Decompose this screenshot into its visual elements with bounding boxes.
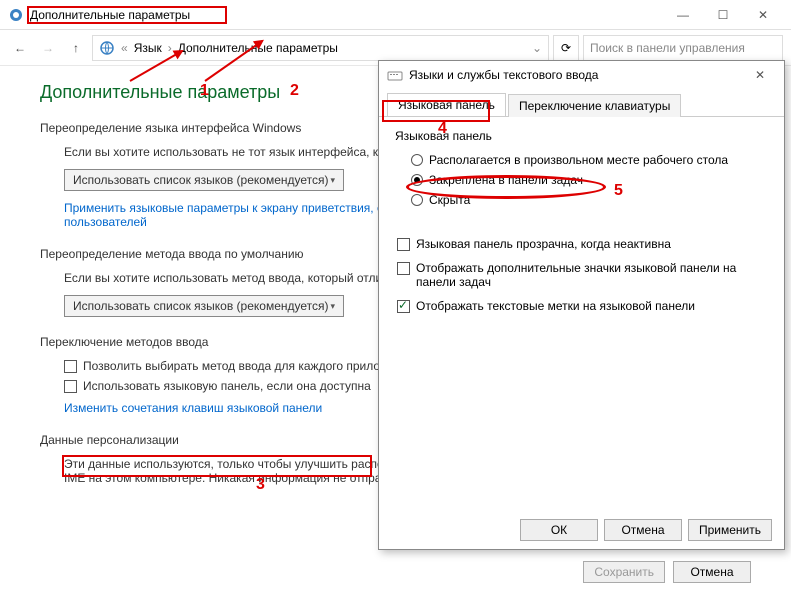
tab-language-bar[interactable]: Языковая панель bbox=[387, 93, 506, 116]
refresh-button[interactable]: ⟳ bbox=[553, 35, 579, 61]
cancel-button[interactable]: Отмена bbox=[604, 519, 682, 541]
checkbox-icon bbox=[64, 360, 77, 373]
text-services-dialog: Языки и службы текстового ввода ✕ Языков… bbox=[378, 60, 785, 550]
checkbox-label: Использовать языковую панель, если она д… bbox=[83, 379, 371, 393]
close-button[interactable]: ✕ bbox=[743, 3, 783, 27]
checkbox-label: Отображать текстовые метки на языковой п… bbox=[416, 299, 695, 313]
breadcrumb-dropdown-icon[interactable]: ⌄ bbox=[532, 41, 542, 55]
minimize-button[interactable]: — bbox=[663, 3, 703, 27]
radio-icon bbox=[411, 174, 423, 186]
back-button[interactable]: ← bbox=[8, 36, 32, 60]
up-button[interactable]: ↑ bbox=[64, 36, 88, 60]
globe-icon bbox=[99, 40, 115, 56]
dialog-footer: ОК Отмена Применить bbox=[520, 519, 772, 541]
group-title: Языковая панель bbox=[395, 129, 768, 143]
tab-keyboard-switch[interactable]: Переключение клавиатуры bbox=[508, 94, 681, 117]
apply-button[interactable]: Применить bbox=[688, 519, 772, 541]
dialog-body: Языковая панель Располагается в произвол… bbox=[379, 117, 784, 335]
checkbox-label: Отображать дополнительные значки языково… bbox=[416, 261, 768, 289]
footer-buttons: Сохранить Отмена bbox=[583, 561, 751, 583]
transparent-checkbox[interactable]: Языковая панель прозрачна, когда неактив… bbox=[395, 237, 768, 251]
checkbox-icon bbox=[397, 262, 410, 275]
keyboard-icon bbox=[387, 67, 403, 83]
dialog-titlebar: Языки и службы текстового ввода ✕ bbox=[379, 61, 784, 89]
radio-label: Располагается в произвольном месте рабоч… bbox=[429, 153, 728, 167]
ok-button[interactable]: ОК bbox=[520, 519, 598, 541]
breadcrumb-item-language[interactable]: Язык bbox=[134, 41, 162, 55]
app-icon bbox=[8, 7, 24, 23]
cancel-button[interactable]: Отмена bbox=[673, 561, 751, 583]
breadcrumb-pre: « bbox=[121, 41, 128, 55]
combo-value: Использовать список языков (рекомендуетс… bbox=[73, 173, 329, 187]
text-labels-checkbox[interactable]: Отображать текстовые метки на языковой п… bbox=[395, 299, 768, 313]
input-method-combo[interactable]: Использовать список языков (рекомендуетс… bbox=[64, 295, 344, 317]
window-title: Дополнительные параметры bbox=[30, 8, 190, 22]
checkbox-icon bbox=[397, 238, 410, 251]
chevron-down-icon: ▾ bbox=[330, 301, 335, 312]
checkbox-icon bbox=[64, 380, 77, 393]
breadcrumb[interactable]: « Язык › Дополнительные параметры ⌄ bbox=[92, 35, 549, 61]
search-placeholder: Поиск в панели управления bbox=[590, 41, 745, 55]
radio-icon bbox=[411, 194, 423, 206]
save-button: Сохранить bbox=[583, 561, 665, 583]
dialog-tabs: Языковая панель Переключение клавиатуры bbox=[379, 89, 784, 117]
radio-icon bbox=[411, 154, 423, 166]
checkbox-label: Позволить выбирать метод ввода для каждо… bbox=[83, 359, 414, 373]
radio-floating[interactable]: Располагается в произвольном месте рабоч… bbox=[411, 153, 768, 167]
maximize-button[interactable]: ☐ bbox=[703, 3, 743, 27]
checkbox-icon bbox=[397, 300, 410, 313]
radio-hidden[interactable]: Скрыта bbox=[411, 193, 768, 207]
breadcrumb-sep: › bbox=[168, 41, 172, 55]
window-titlebar: Дополнительные параметры — ☐ ✕ bbox=[0, 0, 791, 30]
search-input[interactable]: Поиск в панели управления bbox=[583, 35, 783, 61]
chevron-down-icon: ▾ bbox=[330, 175, 335, 186]
combo-value: Использовать список языков (рекомендуетс… bbox=[73, 299, 329, 313]
forward-button: → bbox=[36, 36, 60, 60]
dialog-title: Языки и службы текстового ввода bbox=[409, 68, 744, 82]
radio-label: Скрыта bbox=[429, 193, 470, 207]
display-language-combo[interactable]: Использовать список языков (рекомендуетс… bbox=[64, 169, 344, 191]
checkbox-label: Языковая панель прозрачна, когда неактив… bbox=[416, 237, 671, 251]
radio-label: Закреплена в панели задач bbox=[429, 173, 583, 187]
radio-docked[interactable]: Закреплена в панели задач bbox=[411, 173, 768, 187]
extra-icons-checkbox[interactable]: Отображать дополнительные значки языково… bbox=[395, 261, 768, 289]
dialog-close-button[interactable]: ✕ bbox=[744, 65, 776, 85]
